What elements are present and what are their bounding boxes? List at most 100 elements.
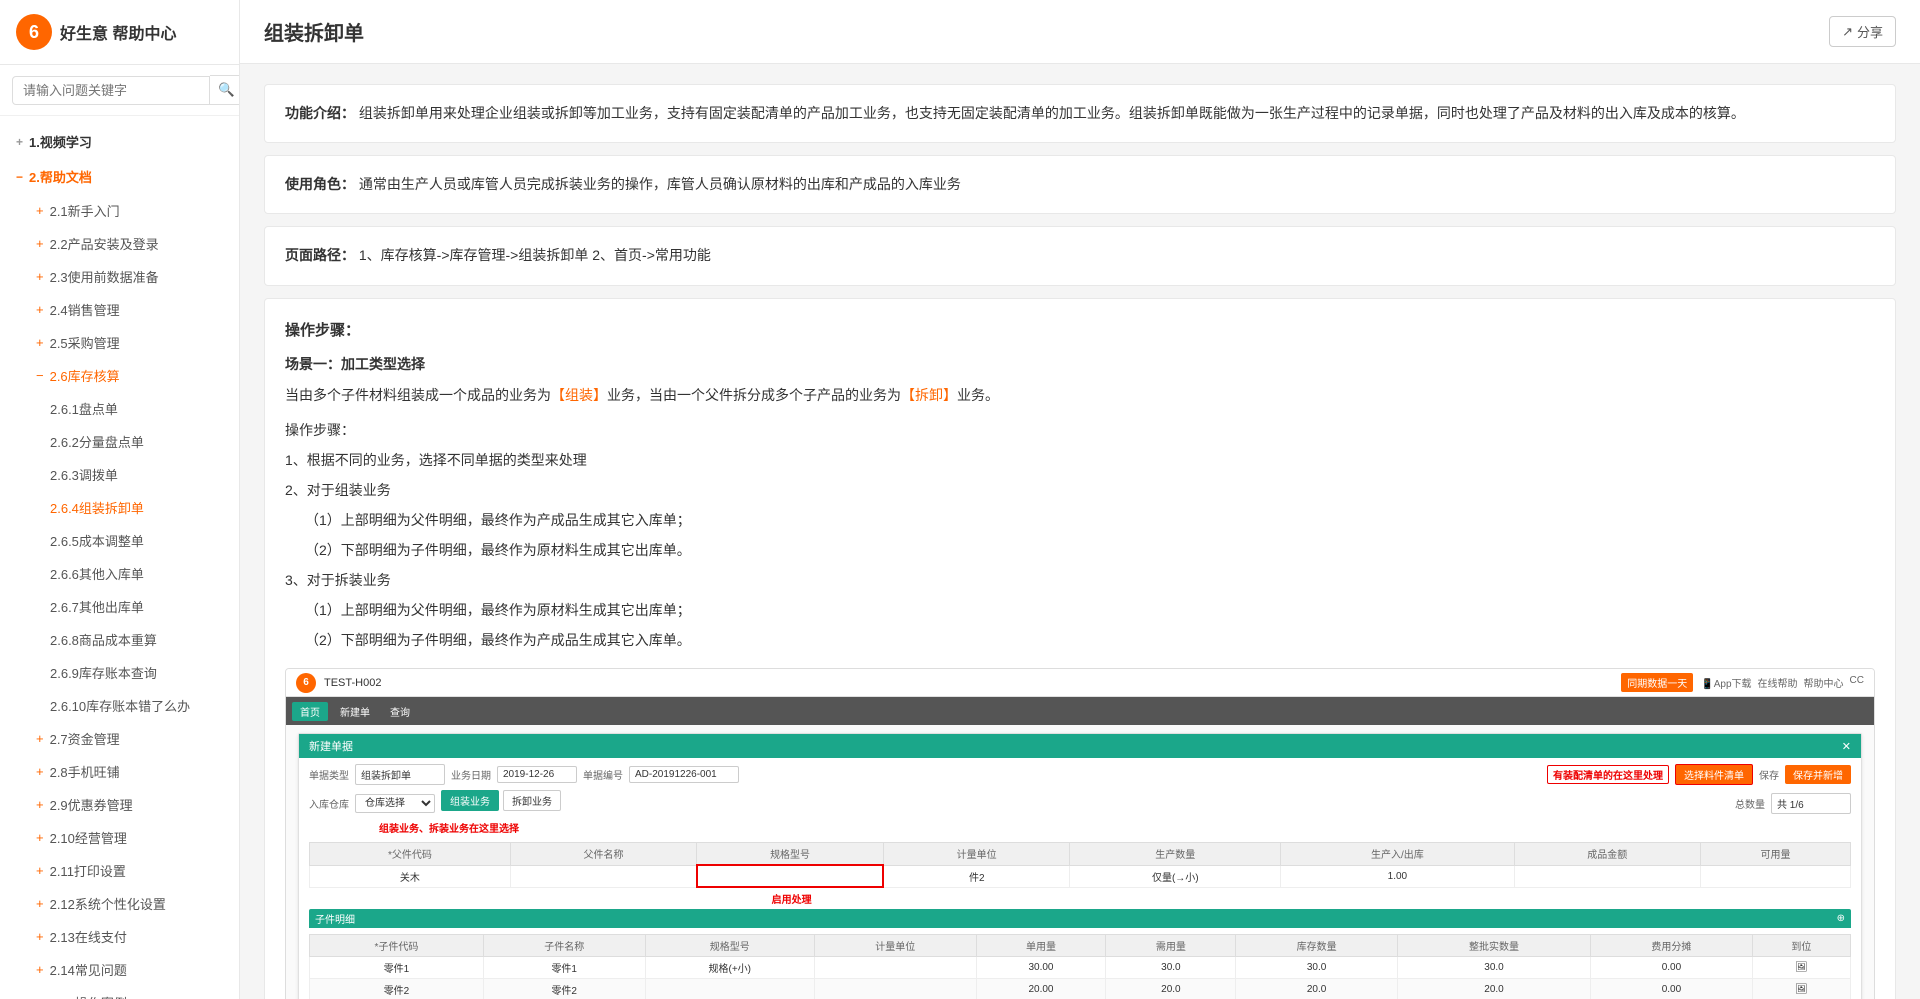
lower-td-stock-2: 20.0	[1236, 979, 1398, 999]
sidebar-item-label: 2.5采购管理	[50, 333, 120, 352]
sidebar-item-costcalc[interactable]: 2.6.8商品成本重算	[0, 623, 239, 656]
upper-td-code: 关木	[310, 865, 511, 887]
main-header: 组装拆卸单 ↗ 分享	[240, 0, 1920, 64]
lower-td-name-1: 零件1	[483, 957, 645, 979]
sidebar-item-adjust[interactable]: 2.6.3调拨单	[0, 458, 239, 491]
sidebar-item-label: 2.4销售管理	[50, 300, 120, 319]
lower-th-stock: 库存数量	[1236, 935, 1398, 957]
sidebar-item-coupon[interactable]: + 2.9优惠券管理	[0, 788, 239, 821]
upper-td-name	[510, 865, 697, 887]
assembly-link: 【组装】	[551, 387, 607, 403]
form-input-date[interactable]: 2019-12-26	[497, 766, 577, 783]
sidebar-item-sales[interactable]: + 2.4销售管理	[0, 293, 239, 326]
sidebar-item-ops[interactable]: + 2.10经营管理	[0, 821, 239, 854]
sim-body: 新建单据 ✕ 单据类型 组装拆卸单 业务日期 2019-12-26	[286, 725, 1874, 999]
sidebar-item-label: 2.11打印设置	[50, 861, 126, 880]
sidebar-item-label: 2.1新手入门	[50, 201, 120, 220]
sidebar-item-ledger[interactable]: 2.6.9库存账本查询	[0, 656, 239, 689]
sim-sync-btn[interactable]: 同期数据一天	[1621, 673, 1693, 692]
sim-warehousing-label: 入库仓库	[309, 796, 349, 811]
lower-td-unit-2	[814, 979, 976, 999]
lower-td-code-1: 零件1	[310, 957, 484, 979]
sidebar-item-assembly[interactable]: 2.6.4组装拆卸单	[0, 491, 239, 524]
sidebar-item-print[interactable]: + 2.11打印设置	[0, 854, 239, 887]
sidebar-item-outbound[interactable]: 2.6.7其他出库单	[0, 590, 239, 623]
sidebar-item-docs[interactable]: − 2.帮助文档	[0, 159, 239, 194]
sidebar-item-label: 2.7资金管理	[50, 729, 120, 748]
sidebar-item-label: 2.8手机旺铺	[50, 762, 120, 781]
form-label-type: 单据类型	[309, 767, 349, 782]
lower-td-spec-1: 规格(+小)	[645, 957, 814, 979]
steps-list: 操作步骤： 1、根据不同的业务，选择不同单据的类型来处理 2、对于组装业务 （1…	[285, 416, 1875, 654]
enable-annotation: 启用处理	[772, 891, 812, 906]
sidebar-item-stocktake[interactable]: 2.6.1盘点单	[0, 392, 239, 425]
sim-app-download: 📱App下载	[1701, 675, 1751, 690]
sidebar-item-newbie[interactable]: + 2.1新手入门	[0, 194, 239, 227]
prefix-icon: +	[36, 236, 44, 251]
prefix-icon: +	[36, 929, 44, 944]
upper-th-avail: 可用量	[1701, 843, 1851, 866]
sim-lower-table-header: 子件明细 ⊕	[309, 909, 1851, 928]
sim-type-row: 入库仓库 仓库选择 组装业务 拆卸业务 总数量	[309, 790, 1851, 816]
sidebar-item-cost[interactable]: 2.6.5成本调整单	[0, 524, 239, 557]
form-input-num[interactable]: AD-20191226-001	[629, 766, 739, 783]
sidebar-item-inbound[interactable]: 2.6.6其他入库单	[0, 557, 239, 590]
prefix-icon: +	[36, 797, 44, 812]
sidebar-item-label: 2.6.8商品成本重算	[50, 630, 157, 649]
sidebar-item-video[interactable]: + 1.视频学习	[0, 124, 239, 159]
logo-icon: 6	[16, 14, 52, 50]
lower-td-actual-1: 30.0	[1397, 957, 1590, 979]
lower-td-cost-2: 0.00	[1591, 979, 1753, 999]
expand-icon: +	[16, 135, 23, 149]
sim-tab-disassembly[interactable]: 拆卸业务	[503, 790, 561, 811]
sidebar-item-cases[interactable]: + 2.15操作案例	[0, 986, 239, 999]
upper-td-amount	[1514, 865, 1701, 887]
sidebar-item-label: 2.6.5成本调整单	[50, 531, 144, 550]
sidebar-item-faq[interactable]: + 2.14常见问题	[0, 953, 239, 986]
sim-dialog-content: 单据类型 组装拆卸单 业务日期 2019-12-26 单据编号 AD-20191…	[299, 758, 1861, 999]
lower-th-need-qty: 需用量	[1106, 935, 1236, 957]
sim-save-btn[interactable]: 保存并新增	[1785, 765, 1851, 784]
sim-warehouse-select[interactable]: 仓库选择	[355, 794, 435, 813]
sidebar-item-online[interactable]: + 2.13在线支付	[0, 920, 239, 953]
prefix-icon: +	[36, 731, 44, 746]
app-title: 好生意 帮助中心	[60, 20, 176, 44]
sidebar-item-finance[interactable]: + 2.7资金管理	[0, 722, 239, 755]
lower-th-use-qty: 单用量	[976, 935, 1106, 957]
sidebar-item-label: 2.6.1盘点单	[50, 399, 118, 418]
lower-th-arrive: 到位	[1752, 935, 1850, 957]
sim-dialog-close[interactable]: ✕	[1842, 740, 1851, 753]
sidebar-item-install[interactable]: + 2.2产品安装及登录	[0, 227, 239, 260]
sidebar-item-mobile[interactable]: + 2.8手机旺铺	[0, 755, 239, 788]
step-2: 2、对于组装业务	[285, 476, 1875, 504]
lower-table-expand[interactable]: ⊕	[1837, 913, 1845, 924]
prefix-icon: +	[36, 896, 44, 911]
sidebar-item-data[interactable]: + 2.3使用前数据准备	[0, 260, 239, 293]
sim-select-bom-btn[interactable]: 选择料件清单	[1675, 764, 1753, 785]
search-input[interactable]	[12, 76, 210, 105]
sim-type-tabs: 组装业务 拆卸业务	[441, 790, 561, 811]
sim-nav-query[interactable]: 查询	[382, 702, 418, 721]
sim-enable-row: 启用处理	[309, 891, 1851, 906]
sidebar-item-partial[interactable]: 2.6.2分量盘点单	[0, 425, 239, 458]
upper-th-qty: 生产数量	[1070, 843, 1281, 866]
lower-td-spec-2	[645, 979, 814, 999]
sidebar-item-system[interactable]: + 2.12系统个性化设置	[0, 887, 239, 920]
sidebar-item-error[interactable]: 2.6.10库存账本错了么办	[0, 689, 239, 722]
step-0: 操作步骤：	[285, 416, 1875, 444]
step-1: 1、根据不同的业务，选择不同单据的类型来处理	[285, 446, 1875, 474]
share-button[interactable]: ↗ 分享	[1829, 16, 1896, 47]
search-button[interactable]: 🔍	[210, 75, 240, 105]
sidebar-item-label: 2.12系统个性化设置	[50, 894, 166, 913]
sidebar-item-label: 2.6.9库存账本查询	[50, 663, 157, 682]
sidebar-item-purchase[interactable]: + 2.5采购管理	[0, 326, 239, 359]
prefix-icon: +	[36, 203, 44, 218]
sidebar-item-inventory[interactable]: − 2.6库存核算	[0, 359, 239, 392]
sim-nav-home[interactable]: 首页	[292, 702, 328, 721]
sidebar-item-label: 2.6库存核算	[50, 366, 120, 385]
prefix-icon: +	[36, 335, 44, 350]
sim-tab-assembly[interactable]: 组装业务	[441, 790, 499, 811]
upper-td-spec	[697, 865, 884, 887]
sim-nav-new[interactable]: 新建单	[332, 702, 378, 721]
form-input-type[interactable]: 组装拆卸单	[355, 764, 445, 785]
